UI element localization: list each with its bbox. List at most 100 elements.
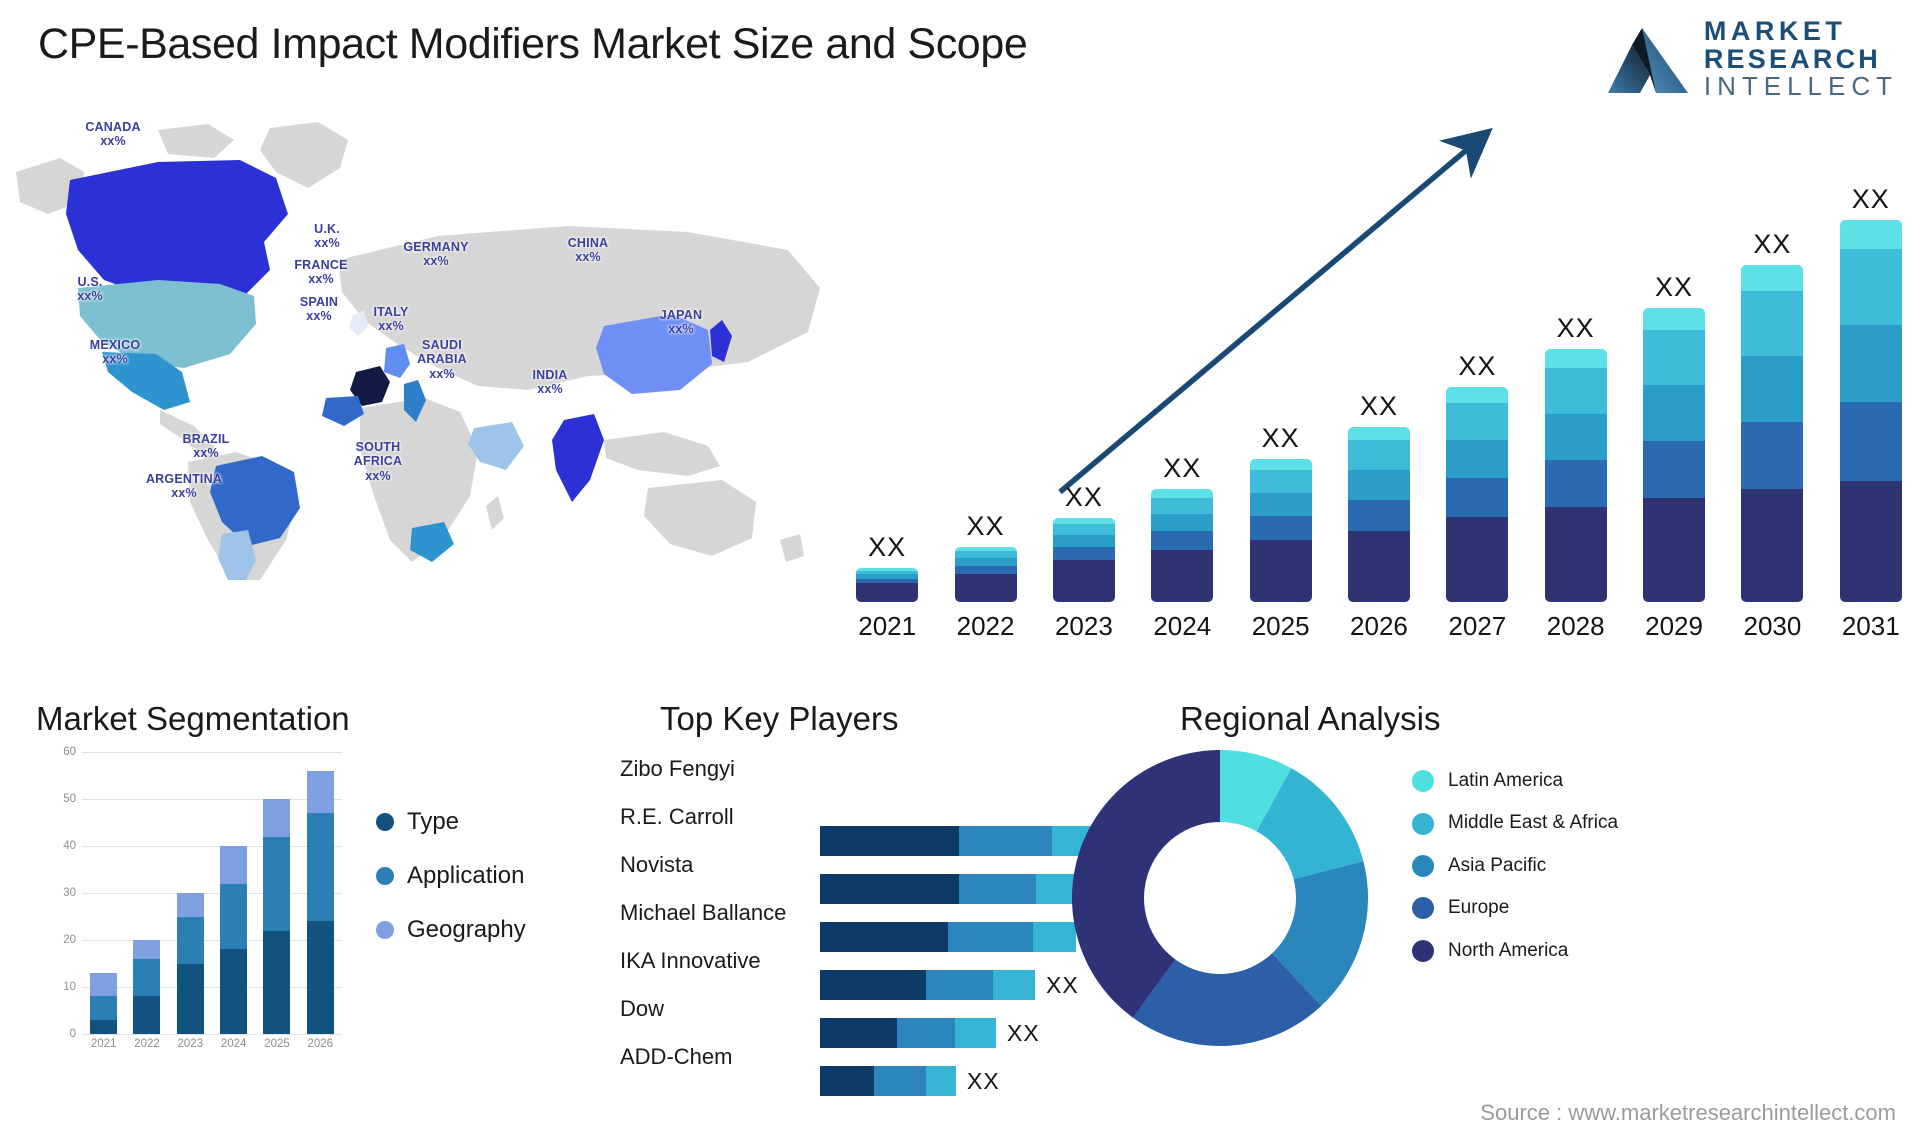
main-bar-year-label: 2028: [1546, 611, 1605, 641]
main-bar-segment: [1839, 249, 1902, 325]
segmentation-bars: [82, 752, 342, 1034]
main-bar-segment: [1544, 367, 1607, 414]
key-player-bar-segment: [926, 1066, 956, 1096]
main-bar-segment: [1249, 540, 1312, 602]
key-player-name: Dow: [620, 996, 665, 1021]
main-bar-value-label: XX: [1458, 350, 1497, 381]
segmentation-x-tick: 2024: [220, 1038, 247, 1050]
key-player-bar: [820, 1066, 956, 1096]
main-bar-segment: [1347, 530, 1410, 602]
main-bar-segment: [1347, 426, 1410, 441]
page-title: CPE-Based Impact Modifiers Market Size a…: [38, 20, 1028, 68]
top-key-players-title: Top Key Players: [660, 700, 899, 737]
main-bar-year-label: 2021: [858, 611, 917, 641]
main-bar-segment: [1249, 470, 1312, 493]
segmentation-bar-segment: [176, 963, 204, 1034]
segmentation-y-tick: 30: [63, 887, 76, 899]
regional-legend-swatch: [1412, 897, 1434, 920]
main-bar-year-label: 2024: [1153, 611, 1212, 641]
main-bar: [1544, 349, 1607, 602]
world-map: CANADA xx% U.S. xx% MEXICO xx% BRAZIL xx% AR…: [8, 110, 838, 580]
main-bar-year-label: 2031: [1841, 611, 1900, 641]
main-bar-segment: [1052, 546, 1115, 560]
main-bar-segment: [1544, 507, 1607, 602]
map-label-china: CHINA xx%: [567, 236, 609, 265]
market-segmentation-title: Market Segmentation: [36, 700, 350, 737]
segmentation-y-tick: 0: [69, 1028, 76, 1040]
main-bar-segment: [1643, 330, 1706, 386]
main-bar-segment: [1052, 534, 1115, 547]
segmentation-x-tick: 2021: [90, 1038, 117, 1050]
main-bar-year-label: 2026: [1350, 611, 1408, 641]
regional-legend-item: Asia Pacific: [1412, 855, 1618, 878]
main-bar-segment: [954, 558, 1017, 566]
market-segmentation-section: Market Segmentation 60 50 40 30 20 10 0 2021 20…: [36, 700, 596, 1120]
segmentation-bar-segment: [90, 972, 118, 997]
segmentation-bar-segment: [133, 958, 161, 997]
main-bar-segment: [1446, 440, 1509, 479]
main-bar: [954, 546, 1017, 602]
main-bar-segment: [856, 583, 919, 602]
segmentation-bar-segment: [220, 949, 248, 1034]
main-bar-segment: [1544, 413, 1607, 461]
main-bar-segment: [1839, 220, 1902, 250]
segmentation-legend-label: Application: [407, 862, 525, 889]
main-bar-value-label: XX: [1851, 184, 1890, 214]
map-label-saudi-arabia: SAUDI ARABIA xx%: [417, 338, 467, 381]
segmentation-bar-segment: [90, 996, 118, 1020]
regional-analysis-title: Regional Analysis: [1180, 700, 1441, 737]
main-bar-value-label: XX: [1064, 481, 1103, 512]
segmentation-bar-segment: [176, 893, 204, 917]
main-bar-segment: [954, 573, 1017, 602]
main-bar-segment: [1643, 497, 1706, 602]
segmentation-bar-segment: [133, 940, 161, 959]
key-player-bar-segment: [874, 1066, 926, 1096]
main-bar-value-label: XX: [966, 510, 1005, 541]
map-label-south-africa: SOUTH AFRICA xx%: [353, 440, 403, 483]
main-bar-segment: [1446, 403, 1509, 441]
main-bar-column: XX: [1035, 172, 1133, 602]
segmentation-bar-segment: [220, 883, 248, 950]
key-player-bar-wrap: XX: [820, 1066, 1000, 1096]
main-bar-value-label: XX: [1261, 423, 1300, 454]
main-bar: [856, 568, 919, 602]
main-bar-segment: [1839, 480, 1902, 602]
main-bar: [1643, 307, 1706, 602]
regional-legend-item: Europe: [1412, 897, 1618, 920]
main-bar-column: XX: [936, 172, 1034, 602]
regional-legend-label: Europe: [1448, 897, 1510, 919]
regional-legend-label: Middle East & Africa: [1448, 812, 1619, 834]
main-bar-year-label: 2027: [1448, 611, 1507, 641]
map-label-uk: U.K. xx%: [314, 222, 340, 251]
main-bar-column: XX: [1822, 172, 1920, 602]
map-label-argentina: ARGENTINA xx%: [145, 472, 223, 501]
key-player-name: Zibo Fengyi: [620, 756, 735, 781]
segmentation-legend-swatch: [376, 813, 394, 831]
map-label-japan: JAPAN xx%: [659, 308, 703, 337]
regional-legend: Latin America Middle East & Africa Asia Pa…: [1412, 770, 1618, 962]
key-player-value-label: XX: [967, 1067, 1000, 1094]
main-bar-segment: [1741, 290, 1804, 356]
main-bar-segment: [1151, 531, 1214, 550]
main-bar-segment: [1249, 492, 1312, 516]
segmentation-y-tick: 60: [63, 746, 76, 758]
segmentation-y-tick: 50: [63, 793, 76, 805]
segmentation-legend-item: Geography: [376, 916, 526, 944]
main-bar-segment: [1446, 478, 1509, 517]
main-bar: [1347, 426, 1410, 602]
map-label-canada: CANADA xx%: [85, 120, 141, 149]
key-player-name: R.E. Carroll: [620, 804, 734, 829]
main-bars-row: XX XX XX XX XX XX XX XX XX XX XX: [838, 172, 1920, 602]
market-size-bar-chart: XX XX XX XX XX XX XX XX XX XX XX 2021 2022 2023 2024 2…: [838, 120, 1920, 650]
main-bar-year-label: 2022: [956, 611, 1015, 641]
main-bar-segment: [1347, 469, 1410, 500]
key-player-name: IKA Innovative: [620, 948, 761, 973]
main-bar-column: XX: [1428, 172, 1526, 602]
key-player-name: Michael Ballance: [620, 900, 787, 925]
infographic-page: CPE-Based Impact Modifiers Market Size a…: [0, 0, 1920, 1146]
regional-donut-chart: [1072, 750, 1368, 1046]
map-label-us: U.S. xx%: [77, 275, 103, 304]
main-bar-column: XX: [838, 172, 936, 602]
logo-line-intellect: INTELLECT: [1703, 71, 1898, 102]
segmentation-bar-column: [212, 752, 255, 1034]
